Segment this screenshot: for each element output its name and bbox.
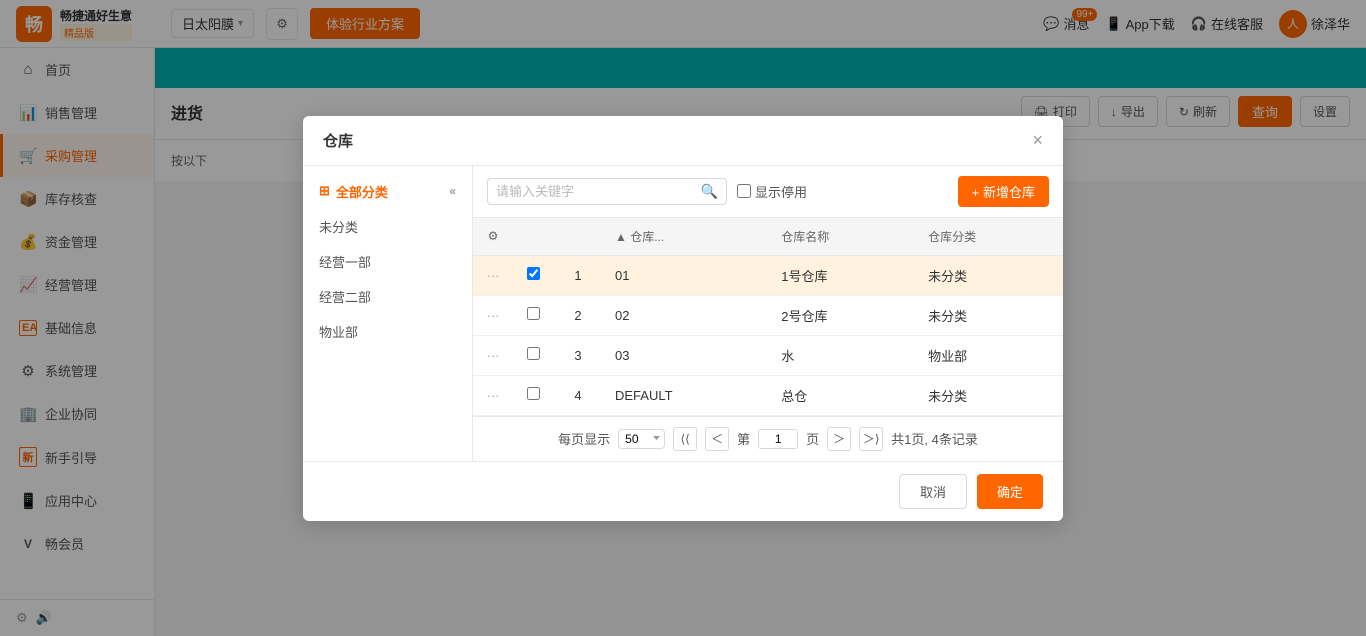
first-page-button[interactable]: ⟨⟨	[673, 427, 697, 451]
row-num: 1	[553, 255, 603, 295]
cancel-button[interactable]: 取消	[899, 474, 967, 509]
show-disabled-label[interactable]: 显示停用	[737, 182, 807, 201]
row-actions-cell: ···	[473, 295, 513, 335]
row-more-icon[interactable]: ···	[487, 308, 500, 323]
page-label: 第	[737, 429, 750, 448]
all-category-label: 全部分类	[336, 182, 388, 201]
row-checkbox[interactable]	[527, 387, 540, 400]
row-checkbox-cell	[513, 335, 553, 375]
col-header-name[interactable]: 仓库名称	[769, 218, 916, 256]
all-category-header[interactable]: ⊞ 全部分类 «	[303, 174, 472, 209]
row-checkbox[interactable]	[527, 267, 540, 280]
col-header-num	[553, 218, 603, 256]
row-actions-cell: ···	[473, 255, 513, 295]
last-page-button[interactable]: ＞⟩	[859, 427, 883, 451]
row-more-icon[interactable]: ···	[487, 268, 500, 283]
row-name: 2号仓库	[769, 295, 916, 335]
row-name: 水	[769, 335, 916, 375]
page-size-select[interactable]: 50 10 20 100	[618, 429, 665, 449]
category-panel: ⊞ 全部分类 « 未分类 经营一部 经营二部 物业部	[303, 166, 473, 461]
show-disabled-text: 显示停用	[755, 182, 807, 201]
add-warehouse-button[interactable]: + 新增仓库	[958, 176, 1049, 207]
table-row[interactable]: ··· 2 02 2号仓库 未分类	[473, 295, 1063, 335]
pagination: 每页显示 50 10 20 100 ⟨⟨ ＜ 第 页 ＞ ＞⟩ 共1页, 4条记…	[473, 416, 1063, 461]
total-info: 共1页, 4条记录	[891, 429, 978, 448]
warehouse-modal: 仓库 × ⊞ 全部分类 « 未分类 经营一部 经营二部 物业部	[303, 116, 1063, 521]
search-box: 🔍	[487, 178, 727, 205]
table-panel: 🔍 显示停用 + 新增仓库 ⚙	[473, 166, 1063, 461]
row-name: 1号仓库	[769, 255, 916, 295]
row-actions-cell: ···	[473, 375, 513, 415]
row-actions-cell: ···	[473, 335, 513, 375]
table-row[interactable]: ··· 1 01 1号仓库 未分类	[473, 255, 1063, 295]
row-checkbox-cell	[513, 295, 553, 335]
table-header-row: ⚙ ▲ 仓库... 仓库名称 仓库分类	[473, 218, 1063, 256]
row-code: 02	[603, 295, 769, 335]
modal-overlay[interactable]: 仓库 × ⊞ 全部分类 « 未分类 经营一部 经营二部 物业部	[0, 0, 1366, 636]
modal-title: 仓库	[323, 130, 353, 151]
show-disabled-checkbox[interactable]	[737, 184, 751, 198]
col-header-checkbox	[513, 218, 553, 256]
search-icon[interactable]: 🔍	[701, 183, 718, 200]
row-num: 2	[553, 295, 603, 335]
row-code: 03	[603, 335, 769, 375]
collapse-icon[interactable]: «	[449, 184, 456, 198]
confirm-button[interactable]: 确定	[977, 474, 1043, 509]
row-category: 物业部	[916, 335, 1063, 375]
table-row[interactable]: ··· 4 DEFAULT 总仓 未分类	[473, 375, 1063, 415]
row-checkbox-cell	[513, 375, 553, 415]
modal-footer: 取消 确定	[303, 461, 1063, 521]
close-icon[interactable]: ×	[1032, 131, 1043, 149]
row-more-icon[interactable]: ···	[487, 388, 500, 403]
page-suffix: 页	[806, 429, 819, 448]
modal-header: 仓库 ×	[303, 116, 1063, 166]
category-item-ops2[interactable]: 经营二部	[303, 279, 472, 314]
row-checkbox[interactable]	[527, 307, 540, 320]
row-code: DEFAULT	[603, 375, 769, 415]
table-row[interactable]: ··· 3 03 水 物业部	[473, 335, 1063, 375]
row-more-icon[interactable]: ···	[487, 348, 500, 363]
row-code: 01	[603, 255, 769, 295]
modal-body: ⊞ 全部分类 « 未分类 经营一部 经营二部 物业部 🔍	[303, 166, 1063, 461]
prev-page-button[interactable]: ＜	[705, 427, 729, 451]
col-header-category[interactable]: 仓库分类	[916, 218, 1063, 256]
row-name: 总仓	[769, 375, 916, 415]
category-item-property[interactable]: 物业部	[303, 314, 472, 349]
row-num: 3	[553, 335, 603, 375]
row-checkbox[interactable]	[527, 347, 540, 360]
row-checkbox-cell	[513, 255, 553, 295]
row-num: 4	[553, 375, 603, 415]
next-page-button[interactable]: ＞	[827, 427, 851, 451]
data-table: ⚙ ▲ 仓库... 仓库名称 仓库分类	[473, 218, 1063, 416]
col-header-gear: ⚙	[473, 218, 513, 256]
page-size-label: 每页显示	[558, 429, 610, 448]
category-item-unclassified[interactable]: 未分类	[303, 209, 472, 244]
search-input[interactable]	[496, 184, 701, 199]
category-item-ops1[interactable]: 经营一部	[303, 244, 472, 279]
row-category: 未分类	[916, 255, 1063, 295]
row-category: 未分类	[916, 375, 1063, 415]
grid-icon: ⊞	[319, 183, 330, 199]
row-category: 未分类	[916, 295, 1063, 335]
table-toolbar: 🔍 显示停用 + 新增仓库	[473, 166, 1063, 218]
page-input[interactable]	[758, 429, 798, 449]
col-header-code[interactable]: ▲ 仓库...	[603, 218, 769, 256]
